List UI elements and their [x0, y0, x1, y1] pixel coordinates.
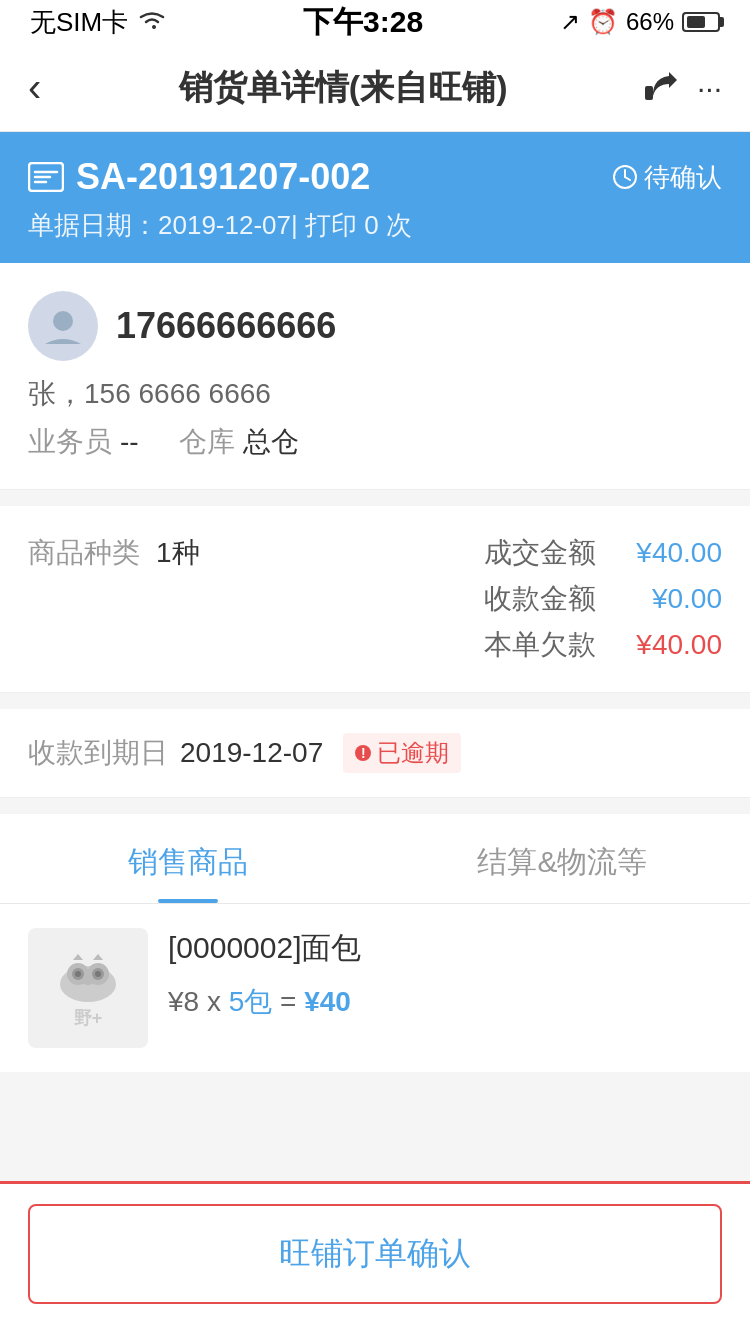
tabs-row: 销售商品 结算&物流等: [0, 814, 750, 904]
tabs-section: 销售商品 结算&物流等: [0, 814, 750, 1072]
product-price-row: ¥8 x 5包 = ¥40: [168, 983, 722, 1021]
amount-row: 成交金额 ¥40.00: [484, 534, 722, 572]
due-section: 收款到期日 2019-12-07 ! 已逾期: [0, 709, 750, 798]
warehouse-label: 仓库: [179, 423, 235, 461]
nav-actions: ···: [645, 68, 722, 107]
product-section: 野+ [0000002]面包 ¥8 x 5包 = ¥40: [0, 904, 750, 1072]
carrier-text: 无SIM卡: [30, 5, 128, 40]
bottom-bar: 旺铺订单确认: [0, 1181, 750, 1334]
status-bar: 无SIM卡 下午3:28 ↗ ⏰ 66%: [0, 0, 750, 44]
status-right: ↗ ⏰ 66%: [560, 8, 720, 36]
more-icon[interactable]: ···: [697, 71, 722, 105]
owed-row: 本单欠款 ¥40.00: [484, 626, 722, 664]
svg-point-8: [53, 311, 73, 331]
svg-rect-0: [645, 86, 653, 100]
warehouse-item: 仓库 总仓: [179, 423, 299, 461]
status-left: 无SIM卡: [30, 5, 166, 40]
brand-text: 野+: [74, 1006, 103, 1030]
equals-sign: =: [280, 986, 304, 1017]
avatar: [28, 291, 98, 361]
wifi-icon: [138, 7, 166, 38]
price-qty: 5包: [229, 986, 273, 1017]
clock-icon: [612, 164, 638, 190]
location-icon: ↗: [560, 8, 580, 36]
product-type: 商品种类 1种: [28, 534, 200, 572]
overdue-badge: ! 已逾期: [343, 733, 461, 773]
brand-logo-icon: [53, 946, 123, 1006]
price-total: ¥40: [304, 986, 351, 1017]
svg-point-15: [95, 971, 101, 977]
summary-row: 商品种类 1种 成交金额 ¥40.00 收款金额 ¥0.00 本单欠款 ¥40.…: [28, 534, 722, 664]
nav-bar: ‹ 销货单详情(来自旺铺) ···: [0, 44, 750, 132]
alarm-icon: ⏰: [588, 8, 618, 36]
product-thumbnail: 野+: [28, 928, 148, 1048]
overdue-dot-icon: !: [355, 745, 371, 761]
svg-point-16: [82, 977, 94, 985]
product-name: [0000002]面包: [168, 928, 722, 969]
svg-point-14: [75, 971, 81, 977]
order-header: SA-20191207-002 待确认 单据日期：2019-12-07| 打印 …: [0, 132, 750, 263]
page-title: 销货单详情(来自旺铺): [179, 65, 508, 111]
customer-section: 17666666666 张，156 6666 6666 业务员 -- 仓库 总仓: [0, 263, 750, 490]
sales-item: 业务员 --: [28, 423, 139, 461]
product-item: 野+ [0000002]面包 ¥8 x 5包 = ¥40: [28, 928, 722, 1048]
customer-phone: 17666666666: [116, 305, 336, 347]
order-status: 待确认: [612, 160, 722, 195]
customer-row: 17666666666: [28, 291, 722, 361]
order-id-row: SA-20191207-002 待确认: [28, 156, 722, 198]
amounts: 成交金额 ¥40.00 收款金额 ¥0.00 本单欠款 ¥40.00: [484, 534, 722, 664]
multiply-sign: x: [207, 986, 229, 1017]
owed-amount: ¥40.00: [612, 629, 722, 661]
price-unit: ¥8: [168, 986, 199, 1017]
battery-percent: 66%: [626, 8, 674, 36]
customer-name: 张，156 6666 6666: [28, 375, 722, 413]
sales-value: --: [120, 426, 139, 458]
summary-section: 商品种类 1种 成交金额 ¥40.00 收款金额 ¥0.00 本单欠款 ¥40.…: [0, 506, 750, 693]
tab-settlement[interactable]: 结算&物流等: [375, 814, 750, 903]
order-date: 单据日期：2019-12-07| 打印 0 次: [28, 208, 722, 243]
confirm-order-button[interactable]: 旺铺订单确认: [28, 1204, 722, 1304]
svg-line-7: [625, 177, 630, 180]
product-info: [0000002]面包 ¥8 x 5包 = ¥40: [168, 928, 722, 1021]
warehouse-value: 总仓: [243, 423, 299, 461]
sales-label: 业务员: [28, 423, 112, 461]
received-row: 收款金额 ¥0.00: [484, 580, 722, 618]
battery-icon: [682, 12, 720, 32]
status-time: 下午3:28: [303, 2, 423, 43]
order-id: SA-20191207-002: [28, 156, 370, 198]
back-button[interactable]: ‹: [28, 65, 41, 110]
share-icon[interactable]: [645, 68, 677, 107]
deal-amount: ¥40.00: [612, 537, 722, 569]
order-icon: [28, 162, 64, 192]
tab-products[interactable]: 销售商品: [0, 814, 375, 903]
received-amount: ¥0.00: [612, 583, 722, 615]
customer-meta: 业务员 -- 仓库 总仓: [28, 423, 722, 461]
